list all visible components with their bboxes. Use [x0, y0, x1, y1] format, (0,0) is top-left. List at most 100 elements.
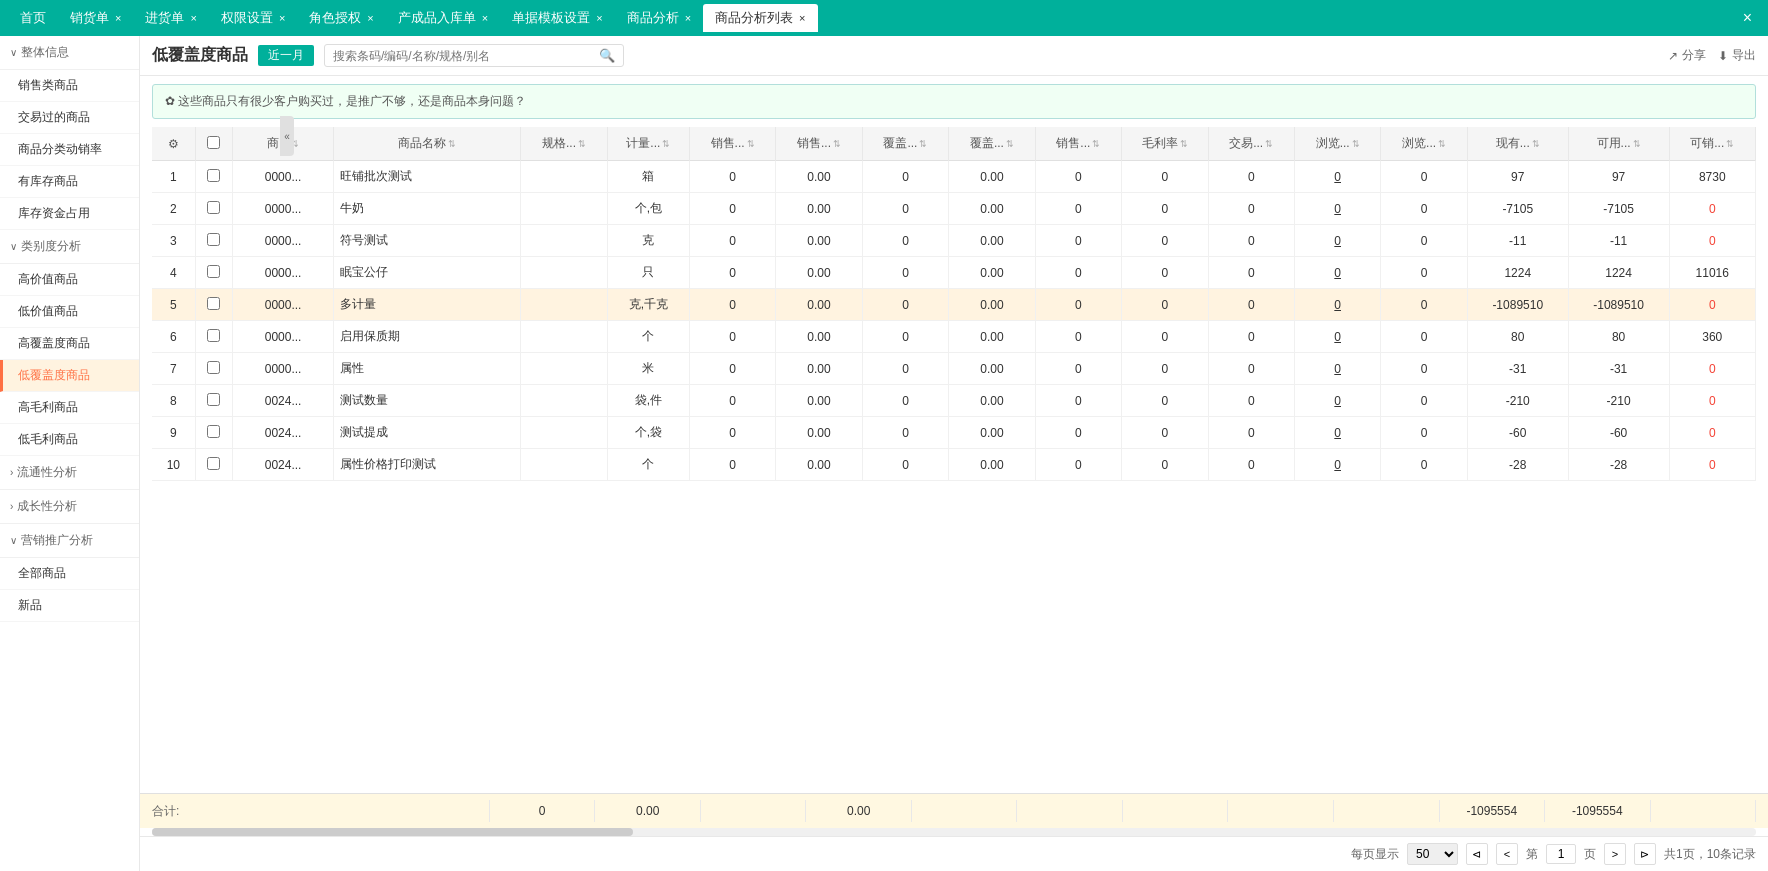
sidebar-item-in-stock[interactable]: 有库存商品 [0, 166, 139, 198]
row-checkbox[interactable] [195, 417, 232, 449]
coverage1-col-header[interactable]: 覆盖...⇅ [862, 127, 948, 161]
row-checkbox[interactable] [195, 225, 232, 257]
close-icon[interactable]: × [482, 12, 488, 24]
horizontal-scrollbar[interactable] [152, 828, 1756, 836]
row-available-stock: -60 [1568, 417, 1669, 449]
coverage2-col-header[interactable]: 覆盖...⇅ [949, 127, 1035, 161]
select-all-checkbox[interactable] [207, 136, 220, 149]
row-no: 2 [152, 193, 195, 225]
unit-col-header[interactable]: 计量...⇅ [607, 127, 689, 161]
tab-home[interactable]: 首页 [8, 4, 58, 32]
prev-page-button[interactable]: < [1496, 843, 1518, 865]
sidebar-item-low-coverage[interactable]: 低覆盖度商品 [0, 360, 139, 392]
row-browse1[interactable]: 0 [1294, 449, 1380, 481]
sales-days-col-header[interactable]: 销售...⇅ [1035, 127, 1121, 161]
close-icon[interactable]: × [279, 12, 285, 24]
close-all-button[interactable]: × [1735, 9, 1760, 27]
tab-product-analysis[interactable]: 商品分析 × [615, 4, 703, 32]
row-sales-days: 0 [1035, 321, 1121, 353]
row-browse1[interactable]: 0 [1294, 289, 1380, 321]
current-stock-col-header[interactable]: 现有...⇅ [1467, 127, 1568, 161]
row-spec [521, 353, 607, 385]
export-button[interactable]: ⬇ 导出 [1718, 47, 1756, 64]
sidebar-item-high-coverage[interactable]: 高覆盖度商品 [0, 328, 139, 360]
gross-margin-col-header[interactable]: 毛利率⇅ [1122, 127, 1208, 161]
page-number-input[interactable] [1546, 844, 1576, 864]
row-checkbox[interactable] [195, 193, 232, 225]
next-page-button[interactable]: > [1604, 843, 1626, 865]
sellable-col-header[interactable]: 可销...⇅ [1669, 127, 1756, 161]
tab-sales-order[interactable]: 销货单 × [58, 4, 133, 32]
close-icon[interactable]: × [190, 12, 196, 24]
name-col-header[interactable]: 商品名称⇅ [334, 127, 521, 161]
row-coverage1: 0 [862, 385, 948, 417]
row-browse1[interactable]: 0 [1294, 385, 1380, 417]
sidebar-section-category[interactable]: ∨ 类别度分析 [0, 230, 139, 264]
row-browse1[interactable]: 0 [1294, 321, 1380, 353]
search-icon: 🔍 [599, 48, 615, 63]
sidebar-item-traded-products[interactable]: 交易过的商品 [0, 102, 139, 134]
sales-amount-col-header[interactable]: 销售...⇅ [776, 127, 862, 161]
sidebar-section-liquidity[interactable]: › 流通性分析 [0, 456, 139, 490]
row-current-stock: 80 [1467, 321, 1568, 353]
browse2-col-header[interactable]: 浏览...⇅ [1381, 127, 1467, 161]
row-checkbox[interactable] [195, 353, 232, 385]
row-checkbox[interactable] [195, 161, 232, 193]
row-checkbox[interactable] [195, 449, 232, 481]
available-stock-col-header[interactable]: 可用...⇅ [1568, 127, 1669, 161]
sidebar-section-growth[interactable]: › 成长性分析 [0, 490, 139, 524]
row-current-stock: 97 [1467, 161, 1568, 193]
row-browse1[interactable]: 0 [1294, 225, 1380, 257]
sales-qty-col-header[interactable]: 销售...⇅ [689, 127, 775, 161]
sidebar-item-new-products[interactable]: 新品 [0, 590, 139, 622]
browse1-col-header[interactable]: 浏览...⇅ [1294, 127, 1380, 161]
close-icon[interactable]: × [685, 12, 691, 24]
tab-product-warehouse[interactable]: 产成品入库单 × [386, 4, 500, 32]
sidebar-item-stock-capital[interactable]: 库存资金占用 [0, 198, 139, 230]
sidebar-item-low-margin[interactable]: 低毛利商品 [0, 424, 139, 456]
table-row: 3 0000... 符号测试 克 0 0.00 0 0.00 0 0 0 0 0… [152, 225, 1756, 257]
page-size-select[interactable]: 50 20 100 [1407, 843, 1458, 865]
row-browse1[interactable]: 0 [1294, 417, 1380, 449]
close-icon[interactable]: × [115, 12, 121, 24]
sidebar-section-marketing[interactable]: ∨ 营销推广分析 [0, 524, 139, 558]
settings-col-header[interactable]: ⚙ [152, 127, 195, 161]
row-browse2: 0 [1381, 193, 1467, 225]
close-icon[interactable]: × [799, 12, 805, 24]
row-checkbox[interactable] [195, 321, 232, 353]
row-browse1[interactable]: 0 [1294, 193, 1380, 225]
close-icon[interactable]: × [367, 12, 373, 24]
row-code: 0000... [233, 193, 334, 225]
close-icon[interactable]: × [596, 12, 602, 24]
checkbox-col-header[interactable] [195, 127, 232, 161]
row-browse1[interactable]: 0 [1294, 353, 1380, 385]
sidebar-item-all-products[interactable]: 全部商品 [0, 558, 139, 590]
period-button[interactable]: 近一月 [258, 45, 314, 66]
sidebar-item-sales-products[interactable]: 销售类商品 [0, 70, 139, 102]
tab-purchase-order[interactable]: 进货单 × [133, 4, 208, 32]
row-browse1[interactable]: 0 [1294, 161, 1380, 193]
row-browse1[interactable]: 0 [1294, 257, 1380, 289]
transaction-col-header[interactable]: 交易...⇅ [1208, 127, 1294, 161]
sidebar-collapse-button[interactable]: « [280, 116, 294, 156]
tab-role-auth[interactable]: 角色授权 × [297, 4, 385, 32]
share-button[interactable]: ↗ 分享 [1668, 47, 1706, 64]
sidebar-item-high-margin[interactable]: 高毛利商品 [0, 392, 139, 424]
first-page-button[interactable]: ⊲ [1466, 843, 1488, 865]
row-checkbox[interactable] [195, 257, 232, 289]
sidebar-item-category-rate[interactable]: 商品分类动销率 [0, 134, 139, 166]
sidebar-item-low-value[interactable]: 低价值商品 [0, 296, 139, 328]
tab-permission[interactable]: 权限设置 × [209, 4, 297, 32]
row-checkbox[interactable] [195, 289, 232, 321]
table-wrapper[interactable]: ⚙ 商...⇅ 商品名称⇅ 规格...⇅ 计量...⇅ 销售...⇅ 销售...… [140, 127, 1768, 793]
last-page-button[interactable]: ⊳ [1634, 843, 1656, 865]
row-checkbox[interactable] [195, 385, 232, 417]
sidebar-section-overall[interactable]: ∨ 整体信息 [0, 36, 139, 70]
search-input[interactable] [333, 49, 599, 63]
scrollbar-thumb[interactable] [152, 828, 633, 836]
sidebar-item-high-value[interactable]: 高价值商品 [0, 264, 139, 296]
spec-col-header[interactable]: 规格...⇅ [521, 127, 607, 161]
tab-template-settings[interactable]: 单据模板设置 × [500, 4, 614, 32]
tab-product-analysis-list[interactable]: 商品分析列表 × [703, 4, 817, 32]
row-sales-amount: 0.00 [776, 257, 862, 289]
